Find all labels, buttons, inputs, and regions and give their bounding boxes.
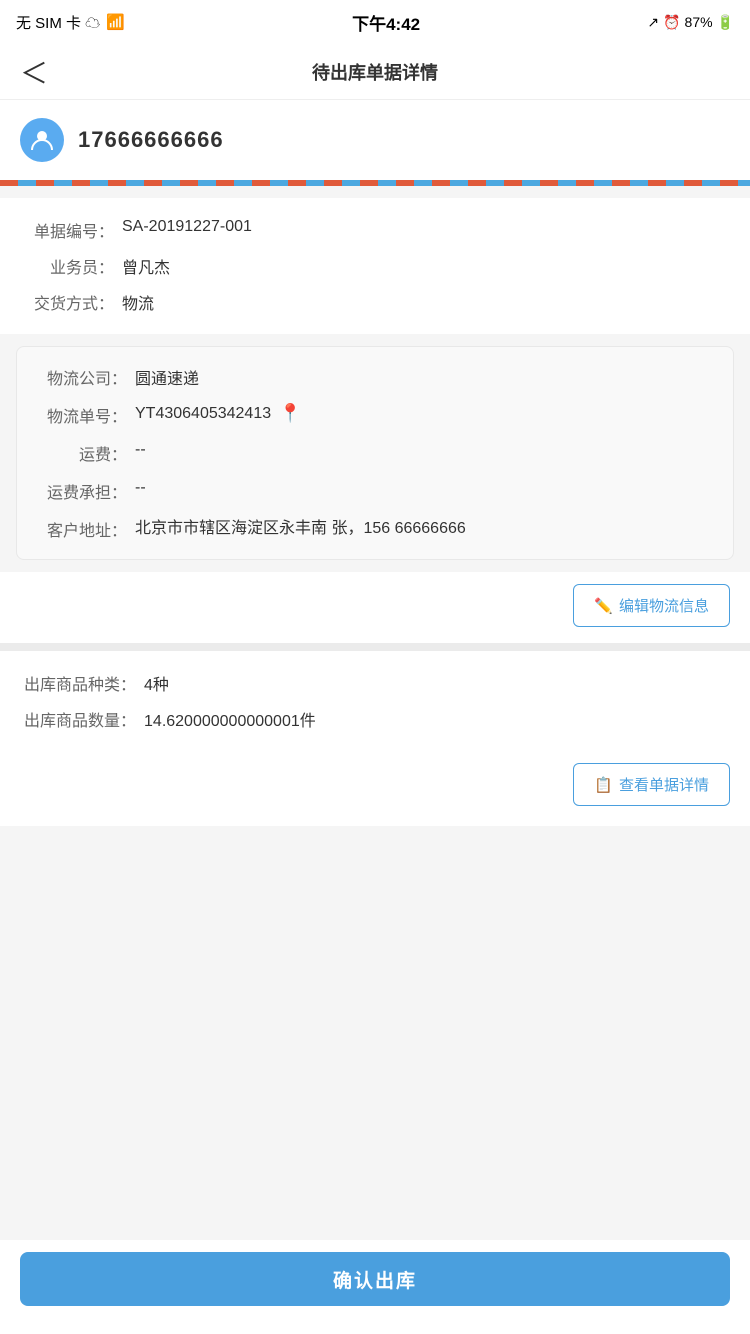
user-phone: 17666666666: [78, 127, 224, 153]
battery-text: 87%: [685, 14, 713, 30]
logistics-card: 物流公司： 圆通速递 物流单号： YT4306405342413 📍 运费： -…: [16, 346, 734, 560]
status-bar: 无 SIM 卡 ☁ 📶 下午4:42 ↗ ⏰ 87% 🔋: [0, 0, 750, 44]
logistics-tracking-value: YT4306405342413 📍: [135, 403, 713, 424]
status-left: 无 SIM 卡 ☁ 📶: [16, 12, 125, 33]
salesperson-label: 业务员：: [24, 254, 114, 278]
product-type-label: 出库商品种类：: [24, 671, 136, 695]
logistics-company-value: 圆通速递: [135, 365, 713, 389]
product-type-row: 出库商品种类： 4种: [24, 671, 726, 695]
delivery-method-value: 物流: [122, 290, 726, 314]
avatar: [20, 118, 64, 162]
location-active-icon: ↗: [647, 14, 659, 31]
dashed-divider: [0, 180, 750, 186]
back-icon: ＜: [20, 52, 48, 92]
freight-row: 运费： --: [37, 441, 713, 465]
alarm-icon: ⏰: [663, 14, 680, 31]
back-button[interactable]: ＜: [20, 52, 48, 92]
product-quantity-row: 出库商品数量： 14.620000000000001件: [24, 707, 726, 731]
freight-bearer-row: 运费承担： --: [37, 479, 713, 503]
page-title: 待出库单据详情: [312, 59, 438, 85]
battery-icon: 🔋: [717, 14, 734, 31]
delivery-method-label: 交货方式：: [24, 290, 114, 314]
list-icon: 📋: [594, 776, 613, 794]
product-section: 出库商品种类： 4种 出库商品数量： 14.620000000000001件: [0, 651, 750, 751]
edit-icon: ✏️: [594, 597, 613, 615]
address-value: 北京市市辖区海淀区永丰南 张，156 66666666: [135, 517, 713, 541]
track-location-icon[interactable]: 📍: [279, 403, 301, 424]
status-right: ↗ ⏰ 87% 🔋: [647, 14, 734, 31]
logistics-company-label: 物流公司：: [37, 365, 127, 389]
nav-bar: ＜ 待出库单据详情: [0, 44, 750, 100]
address-label: 客户地址：: [37, 517, 127, 541]
wifi-icon: 📶: [106, 13, 125, 31]
status-time: 下午4:42: [352, 10, 420, 35]
freight-value: --: [135, 441, 713, 459]
product-quantity-value: 14.620000000000001件: [144, 707, 726, 731]
view-detail-button[interactable]: 📋 查看单据详情: [573, 763, 730, 806]
no-sim-text: 无 SIM 卡 ☁: [16, 12, 100, 33]
document-info-section: 单据编号： SA-20191227-001 业务员： 曾凡杰 交货方式： 物流: [0, 198, 750, 334]
document-number-row: 单据编号： SA-20191227-001: [24, 218, 726, 242]
logistics-company-row: 物流公司： 圆通速递: [37, 365, 713, 389]
confirm-outbound-button[interactable]: 确认出库: [20, 1252, 730, 1306]
logistics-tracking-label: 物流单号：: [37, 403, 127, 427]
salesperson-row: 业务员： 曾凡杰: [24, 254, 726, 278]
salesperson-value: 曾凡杰: [122, 254, 726, 278]
content-spacer: [0, 826, 750, 926]
section-separator: [0, 643, 750, 651]
logistics-tracking-row: 物流单号： YT4306405342413 📍: [37, 403, 713, 427]
user-header: 17666666666: [0, 100, 750, 180]
freight-bearer-label: 运费承担：: [37, 479, 127, 503]
confirm-button-container: 确认出库: [0, 1240, 750, 1334]
delivery-method-row: 交货方式： 物流: [24, 290, 726, 314]
edit-logistics-container: ✏️ 编辑物流信息: [0, 572, 750, 643]
document-number-label: 单据编号：: [24, 218, 114, 242]
person-icon: [29, 127, 55, 153]
view-detail-container: 📋 查看单据详情: [0, 751, 750, 826]
freight-bearer-value: --: [135, 479, 713, 497]
freight-label: 运费：: [37, 441, 127, 465]
product-type-value: 4种: [144, 671, 726, 695]
product-quantity-label: 出库商品数量：: [24, 707, 136, 731]
edit-logistics-button[interactable]: ✏️ 编辑物流信息: [573, 584, 730, 627]
document-number-value: SA-20191227-001: [122, 218, 726, 236]
address-row: 客户地址： 北京市市辖区海淀区永丰南 张，156 66666666: [37, 517, 713, 541]
